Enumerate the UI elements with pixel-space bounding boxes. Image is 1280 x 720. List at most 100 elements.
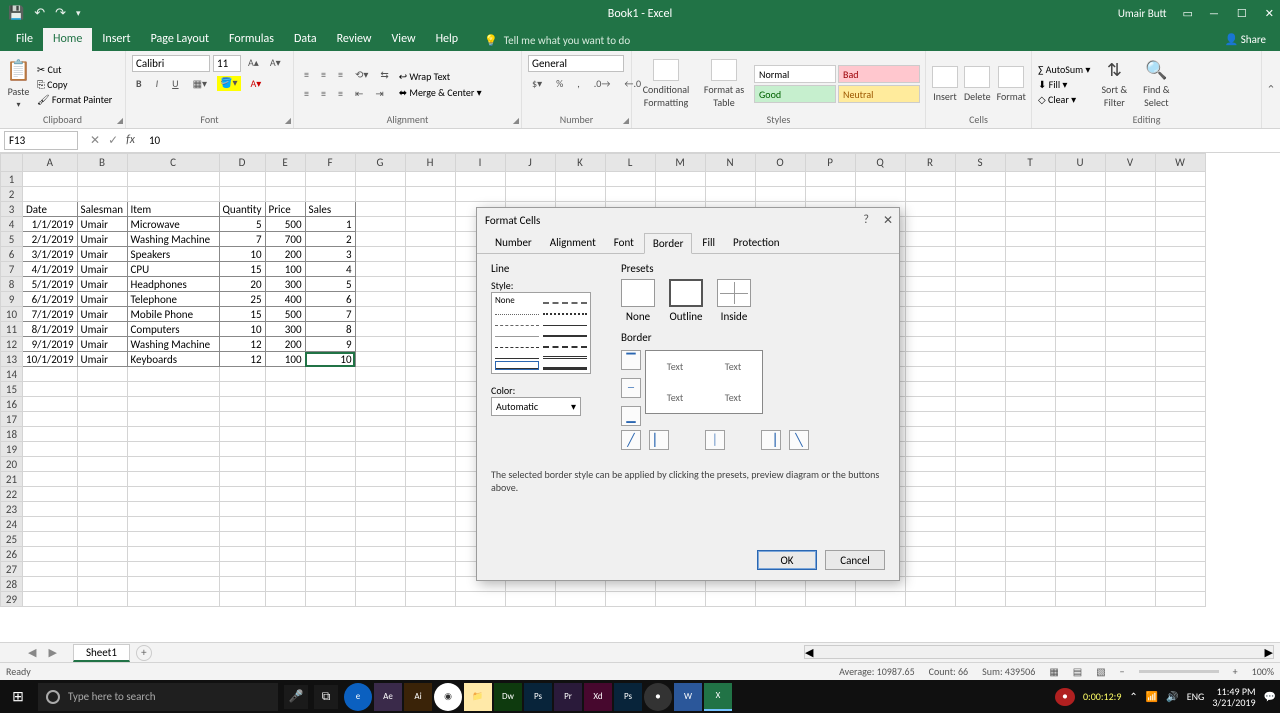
cell[interactable] [955,397,1005,412]
cell[interactable] [1155,382,1205,397]
next-sheet-icon[interactable]: ▶ [48,646,56,659]
cell[interactable] [905,352,955,367]
cell-styles[interactable]: NormalBad GoodNeutral [754,65,920,103]
cell[interactable] [805,187,855,202]
cell[interactable]: Headphones [127,277,219,292]
cell[interactable] [1055,397,1105,412]
cell[interactable]: 200 [265,337,305,352]
network-icon[interactable]: 📶 [1146,690,1158,703]
cell[interactable] [1055,187,1105,202]
cell[interactable] [355,277,405,292]
cell[interactable] [355,187,405,202]
cell[interactable] [955,502,1005,517]
zoom-in-icon[interactable]: + [1233,665,1238,678]
cell[interactable] [305,412,355,427]
cell[interactable] [1005,232,1055,247]
cell[interactable]: 4/1/2019 [23,262,78,277]
cell[interactable] [1005,577,1055,592]
cell[interactable] [1105,352,1155,367]
cell[interactable] [355,232,405,247]
cell[interactable] [1005,322,1055,337]
cell[interactable] [955,172,1005,187]
cell[interactable] [705,172,755,187]
cell[interactable] [1005,247,1055,262]
cell[interactable] [855,187,905,202]
save-icon[interactable]: 💾 [8,6,24,21]
app-edge[interactable]: e [344,683,372,711]
vertical-align[interactable]: ≡≡≡⟲▾⇆ [300,67,393,82]
cell[interactable] [1155,202,1205,217]
cell[interactable] [905,577,955,592]
number-format-select[interactable]: General [528,55,624,72]
cell[interactable] [405,172,455,187]
cell[interactable] [127,382,219,397]
cell[interactable] [1055,307,1105,322]
cell[interactable] [905,502,955,517]
cell[interactable] [1105,577,1155,592]
cell[interactable] [1005,187,1055,202]
border-right-button[interactable]: ▕ [761,430,781,450]
cell[interactable] [305,397,355,412]
cell[interactable] [219,502,265,517]
cell[interactable] [219,442,265,457]
cell[interactable]: 12 [219,352,265,367]
cell[interactable] [355,412,405,427]
cell[interactable] [1155,427,1205,442]
share-button[interactable]: 👤 Share [1217,29,1274,51]
cut-button[interactable]: ✂ Cut [37,63,112,76]
cell[interactable] [905,397,955,412]
cell[interactable] [305,442,355,457]
row-header[interactable]: 15 [1,382,23,397]
border-top-button[interactable]: ▔ [621,350,641,370]
cell[interactable] [1005,172,1055,187]
cell[interactable] [77,457,127,472]
cell[interactable] [1055,577,1105,592]
cell[interactable] [355,322,405,337]
cell[interactable] [23,472,78,487]
cell[interactable] [955,367,1005,382]
cell[interactable] [355,307,405,322]
cell[interactable] [955,427,1005,442]
cell[interactable] [955,532,1005,547]
cell[interactable] [1005,292,1055,307]
cell[interactable] [265,592,305,607]
cell[interactable] [355,202,405,217]
cell[interactable]: 5 [219,217,265,232]
cell[interactable] [219,172,265,187]
cell[interactable] [219,472,265,487]
cell[interactable] [505,592,555,607]
tray-up-icon[interactable]: ⌃ [1129,690,1137,703]
tab-data[interactable]: Data [284,28,327,51]
cell[interactable] [265,517,305,532]
cell[interactable] [219,577,265,592]
cell[interactable] [219,532,265,547]
col-header[interactable]: E [265,154,305,172]
cell[interactable] [1105,562,1155,577]
cell[interactable] [77,487,127,502]
view-break-icon[interactable]: ▧ [1096,665,1105,678]
col-header[interactable]: S [955,154,1005,172]
tab-home[interactable]: Home [43,28,92,51]
cell[interactable] [1055,232,1105,247]
cell[interactable] [855,592,905,607]
row-header[interactable]: 3 [1,202,23,217]
row-header[interactable]: 11 [1,322,23,337]
cell[interactable] [1055,442,1105,457]
cell[interactable] [265,442,305,457]
cell[interactable] [305,472,355,487]
cell[interactable] [405,292,455,307]
cell[interactable] [905,562,955,577]
cell[interactable] [905,322,955,337]
cell[interactable] [265,487,305,502]
cell[interactable] [265,532,305,547]
cell[interactable] [127,562,219,577]
cell[interactable] [77,382,127,397]
cell[interactable]: 25 [219,292,265,307]
cell[interactable] [219,382,265,397]
cell[interactable] [905,232,955,247]
cell[interactable] [1155,292,1205,307]
cell[interactable] [1155,397,1205,412]
cell[interactable] [905,592,955,607]
cell[interactable] [305,487,355,502]
cell[interactable] [1055,172,1105,187]
